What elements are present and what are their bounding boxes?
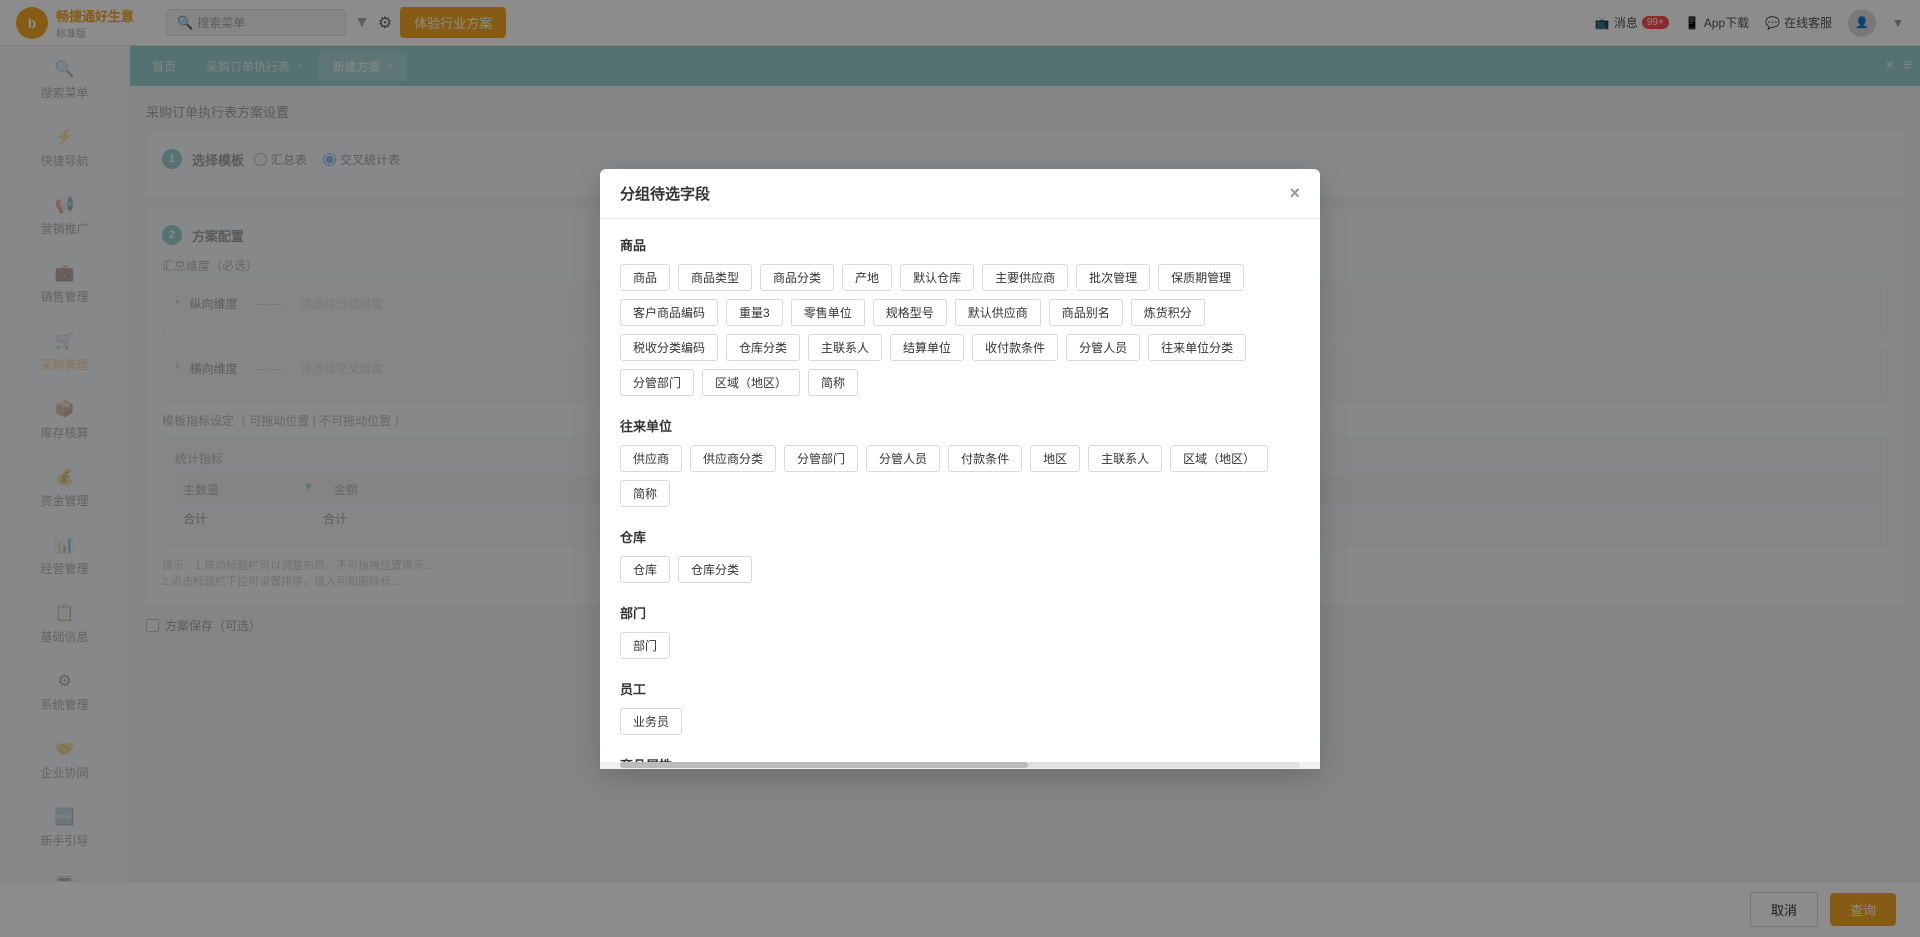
field-tag-0-11[interactable]: 规格型号 xyxy=(873,299,947,326)
field-tag-0-9[interactable]: 重量3 xyxy=(726,299,783,326)
field-tags-4: 业务员 xyxy=(620,708,1300,735)
category-title-1: 往来单位 xyxy=(620,416,1300,435)
field-tag-0-21[interactable]: 往来单位分类 xyxy=(1148,334,1246,361)
field-tag-2-0[interactable]: 仓库 xyxy=(620,556,670,583)
category-title-5: 商品属性 xyxy=(620,755,1300,762)
field-tags-0: 商品商品类型商品分类产地默认仓库主要供应商批次管理保质期管理客户商品编码重量3 零… xyxy=(620,264,1300,396)
field-tag-1-6[interactable]: 主联系人 xyxy=(1088,445,1162,472)
field-category-3: 部门部门 xyxy=(620,603,1300,659)
field-tag-1-7[interactable]: 区域（地区） xyxy=(1170,445,1268,472)
field-tag-0-8[interactable]: 客户商品编码 xyxy=(620,299,718,326)
scrollbar-thumb[interactable] xyxy=(620,762,1028,768)
field-tag-0-20[interactable]: 分管人员 xyxy=(1066,334,1140,361)
field-category-2: 仓库仓库仓库分类 xyxy=(620,527,1300,583)
field-tag-1-2[interactable]: 分管部门 xyxy=(784,445,858,472)
field-tag-0-4[interactable]: 默认仓库 xyxy=(900,264,974,291)
field-tag-1-0[interactable]: 供应商 xyxy=(620,445,682,472)
category-title-4: 员工 xyxy=(620,679,1300,698)
field-tag-0-14[interactable]: 炼货积分 xyxy=(1131,299,1205,326)
field-tag-0-13[interactable]: 商品别名 xyxy=(1049,299,1123,326)
scrollbar-track[interactable] xyxy=(620,762,1300,768)
field-tag-1-8[interactable]: 简称 xyxy=(620,480,670,507)
field-tag-2-1[interactable]: 仓库分类 xyxy=(678,556,752,583)
field-tag-0-12[interactable]: 默认供应商 xyxy=(955,299,1041,326)
field-tag-1-3[interactable]: 分管人员 xyxy=(866,445,940,472)
field-tag-3-0[interactable]: 部门 xyxy=(620,632,670,659)
field-tag-0-19[interactable]: 收付款条件 xyxy=(972,334,1058,361)
dialog-close-button[interactable]: × xyxy=(1289,183,1300,204)
field-tag-0-5[interactable]: 主要供应商 xyxy=(982,264,1068,291)
category-title-2: 仓库 xyxy=(620,527,1300,546)
field-tag-1-1[interactable]: 供应商分类 xyxy=(690,445,776,472)
field-tag-0-7[interactable]: 保质期管理 xyxy=(1158,264,1244,291)
field-tag-0-22[interactable]: 分管部门 xyxy=(620,369,694,396)
field-tag-0-16[interactable]: 仓库分类 xyxy=(726,334,800,361)
dialog-overlay: 分组待选字段 × 商品商品商品类型商品分类产地默认仓库主要供应商批次管理保质期管… xyxy=(0,0,1920,937)
dialog-title: 分组待选字段 xyxy=(620,183,710,204)
field-category-0: 商品商品商品类型商品分类产地默认仓库主要供应商批次管理保质期管理客户商品编码重量… xyxy=(620,235,1300,396)
dialog-body: 商品商品商品类型商品分类产地默认仓库主要供应商批次管理保质期管理客户商品编码重量… xyxy=(600,219,1320,762)
field-category-4: 员工业务员 xyxy=(620,679,1300,735)
field-category-1: 往来单位供应商供应商分类分管部门分管人员付款条件地区主联系人区域（地区） 简称 xyxy=(620,416,1300,507)
horizontal-scrollbar[interactable] xyxy=(600,762,1320,769)
field-tag-0-10[interactable]: 零售单位 xyxy=(791,299,865,326)
field-tags-3: 部门 xyxy=(620,632,1300,659)
field-tag-1-4[interactable]: 付款条件 xyxy=(948,445,1022,472)
field-tag-0-6[interactable]: 批次管理 xyxy=(1076,264,1150,291)
field-tag-0-3[interactable]: 产地 xyxy=(842,264,892,291)
field-selection-dialog: 分组待选字段 × 商品商品商品类型商品分类产地默认仓库主要供应商批次管理保质期管… xyxy=(600,169,1320,769)
field-tag-0-0[interactable]: 商品 xyxy=(620,264,670,291)
field-tag-0-2[interactable]: 商品分类 xyxy=(760,264,834,291)
field-tags-1: 供应商供应商分类分管部门分管人员付款条件地区主联系人区域（地区） 简称 xyxy=(620,445,1300,507)
category-title-0: 商品 xyxy=(620,235,1300,254)
field-tag-0-17[interactable]: 主联系人 xyxy=(808,334,882,361)
field-tags-2: 仓库仓库分类 xyxy=(620,556,1300,583)
field-category-5: 商品属性属性颜色多规格尺码鞋码1 xyxy=(620,755,1300,762)
field-tag-4-0[interactable]: 业务员 xyxy=(620,708,682,735)
field-tag-0-23[interactable]: 区域（地区） xyxy=(702,369,800,396)
field-tag-0-1[interactable]: 商品类型 xyxy=(678,264,752,291)
dialog-header: 分组待选字段 × xyxy=(600,169,1320,219)
field-tag-1-5[interactable]: 地区 xyxy=(1030,445,1080,472)
category-title-3: 部门 xyxy=(620,603,1300,622)
field-tag-0-15[interactable]: 税收分类编码 xyxy=(620,334,718,361)
field-tag-0-18[interactable]: 结算单位 xyxy=(890,334,964,361)
field-tag-0-24[interactable]: 简称 xyxy=(808,369,858,396)
